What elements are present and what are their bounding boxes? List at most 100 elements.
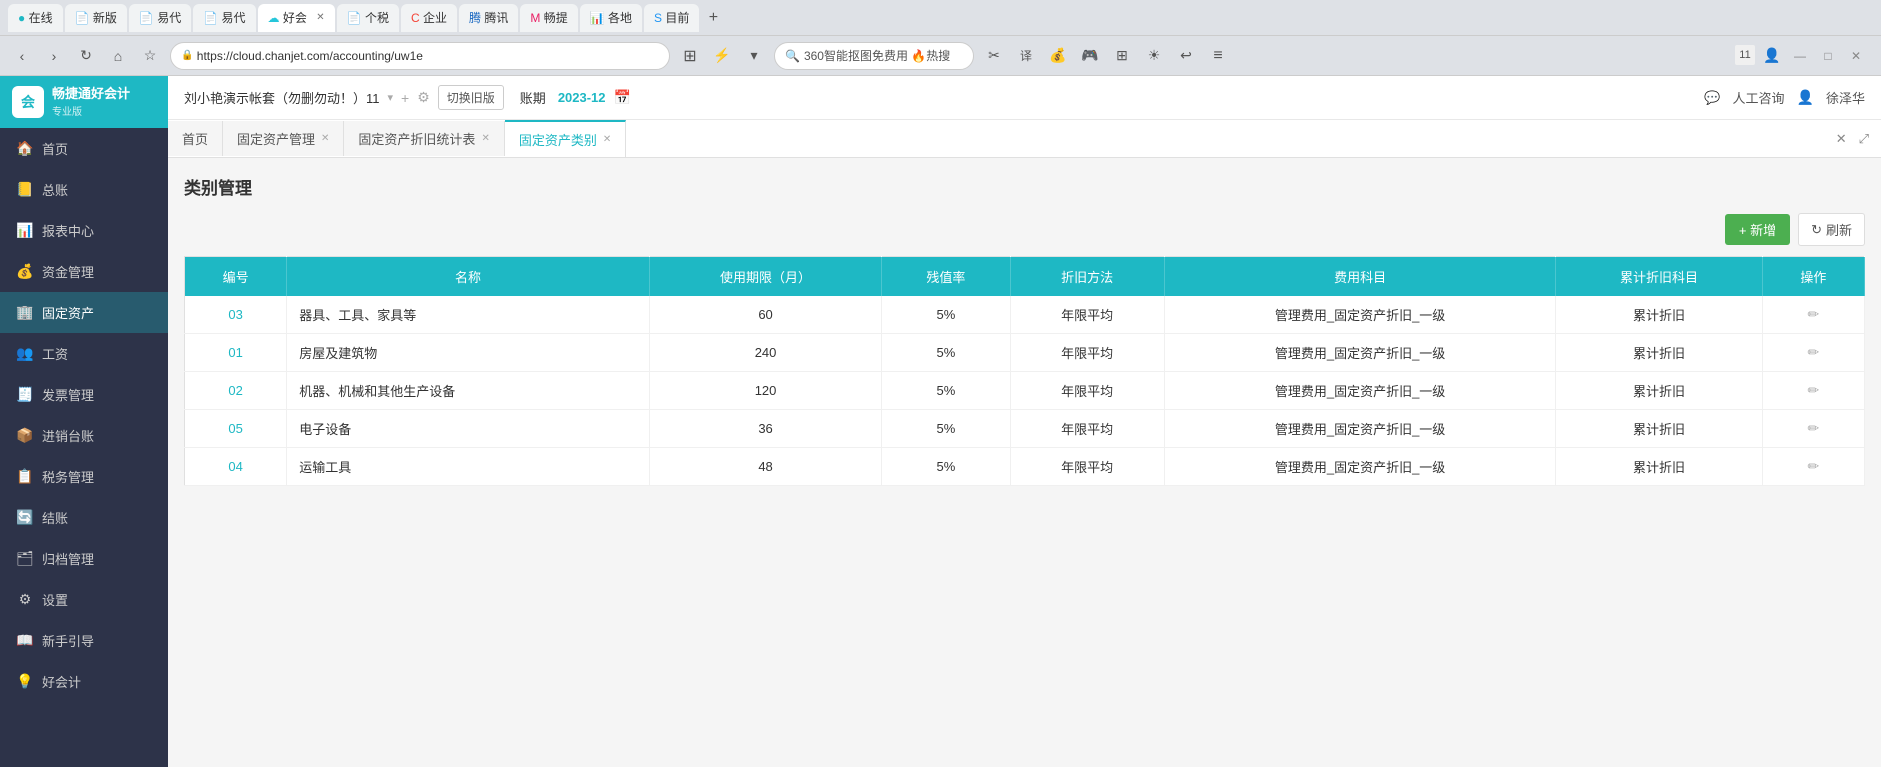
window-controls: 11 👤 — □ ✕ bbox=[1735, 45, 1871, 67]
tab-close-window[interactable]: ✕ bbox=[1832, 127, 1851, 151]
browser-tab-9[interactable]: 📊 各地 bbox=[580, 4, 642, 32]
home-button[interactable]: ⌂ bbox=[106, 44, 130, 68]
cell-action-0[interactable]: ✏ bbox=[1762, 296, 1864, 334]
menu-button[interactable]: ≡ bbox=[1206, 44, 1230, 68]
page-tab-category[interactable]: 固定资产类别 ✕ bbox=[505, 120, 626, 157]
cell-code-0[interactable]: 03 bbox=[185, 296, 287, 334]
cell-code-3[interactable]: 05 bbox=[185, 410, 287, 448]
browser-tab-7[interactable]: 腾 腾讯 bbox=[459, 4, 518, 32]
calendar-icon[interactable]: 📅 bbox=[614, 89, 631, 106]
badge-count: 11 bbox=[1735, 45, 1755, 65]
cell-code-2[interactable]: 02 bbox=[185, 372, 287, 410]
edit-icon-1[interactable]: ✏ bbox=[1808, 344, 1820, 360]
switch-version-button[interactable]: 切换旧版 bbox=[438, 85, 504, 110]
top-bar-left: 刘小艳演示帐套（勿删勿动！）11 ▾ + ⚙ 切换旧版 账期 2023-12 📅 bbox=[184, 85, 631, 110]
cell-accum-1: 累计折旧 bbox=[1556, 334, 1762, 372]
sidebar-item-报表中心[interactable]: 📊报表中心 bbox=[0, 210, 168, 251]
cell-period-0: 60 bbox=[649, 296, 881, 334]
cell-residual-3: 5% bbox=[882, 410, 1010, 448]
sidebar-item-label-8: 税务管理 bbox=[42, 467, 94, 486]
sidebar-item-设置[interactable]: ⚙设置 bbox=[0, 579, 168, 620]
sidebar-item-结账[interactable]: 🔄结账 bbox=[0, 497, 168, 538]
edit-icon-0[interactable]: ✏ bbox=[1808, 306, 1820, 322]
browser-tab-5[interactable]: 📄 个税 bbox=[337, 4, 399, 32]
page-tab-close-2[interactable]: ✕ bbox=[481, 133, 489, 144]
table-col-残值率: 残值率 bbox=[882, 257, 1010, 297]
browser-tab-10[interactable]: S 目前 bbox=[644, 4, 699, 32]
browser-tab-1[interactable]: 📄 新版 bbox=[65, 4, 127, 32]
cell-action-2[interactable]: ✏ bbox=[1762, 372, 1864, 410]
edit-icon-2[interactable]: ✏ bbox=[1808, 382, 1820, 398]
translate-button[interactable]: 译 bbox=[1014, 44, 1038, 68]
edit-icon-4[interactable]: ✏ bbox=[1808, 458, 1820, 474]
browser-search[interactable]: 🔍 360智能抠图免费用 🔥热搜 bbox=[774, 42, 974, 70]
browser-tab-close-4[interactable]: ✕ bbox=[316, 12, 324, 23]
browser-tab-6[interactable]: C 企业 bbox=[401, 4, 457, 32]
wallet-button[interactable]: 💰 bbox=[1046, 44, 1070, 68]
devices-button[interactable]: ⊞ bbox=[678, 44, 702, 68]
consult-label[interactable]: 人工咨询 bbox=[1733, 88, 1785, 107]
page-tab-fixed-assets-mgmt[interactable]: 固定资产管理 ✕ bbox=[223, 121, 344, 156]
browser-tab-0[interactable]: ● 在线 bbox=[8, 4, 63, 32]
sidebar-item-icon-10: 🗂 bbox=[16, 550, 34, 568]
browser-tab-4[interactable]: ☁ 好会 ✕ bbox=[258, 4, 335, 32]
sidebar-item-归档管理[interactable]: 🗂归档管理 bbox=[0, 538, 168, 579]
grid-button[interactable]: ⊞ bbox=[1110, 44, 1134, 68]
sidebar-item-工资[interactable]: 👥工资 bbox=[0, 333, 168, 374]
dropdown-button[interactable]: ▾ bbox=[742, 44, 766, 68]
game-button[interactable]: 🎮 bbox=[1078, 44, 1102, 68]
sidebar-item-首页[interactable]: 🏠首页 bbox=[0, 128, 168, 169]
url-input[interactable]: 🔒 https://cloud.chanjet.com/accounting/u… bbox=[170, 42, 670, 70]
back-button[interactable]: ‹ bbox=[10, 44, 34, 68]
cell-code-4[interactable]: 04 bbox=[185, 448, 287, 486]
browser-tab-2[interactable]: 📄 易代 bbox=[129, 4, 191, 32]
sidebar-item-资金管理[interactable]: 💰资金管理 bbox=[0, 251, 168, 292]
sidebar-item-固定资产[interactable]: 🏢固定资产 bbox=[0, 292, 168, 333]
page-tab-close-1[interactable]: ✕ bbox=[321, 133, 329, 144]
extensions-button[interactable]: ⚡ bbox=[710, 44, 734, 68]
close-button[interactable]: ✕ bbox=[1845, 45, 1867, 67]
new-tab-button[interactable]: + bbox=[701, 6, 725, 30]
period-value: 2023-12 bbox=[558, 90, 606, 105]
cell-period-3: 36 bbox=[649, 410, 881, 448]
sidebar-item-进销台账[interactable]: 📦进销台账 bbox=[0, 415, 168, 456]
page-tab-home[interactable]: 首页 bbox=[168, 121, 223, 156]
person-button[interactable]: 👤 bbox=[1761, 45, 1783, 67]
tab-restore-window[interactable]: ⤢ bbox=[1855, 127, 1873, 151]
cell-method-1: 年限平均 bbox=[1010, 334, 1164, 372]
maximize-button[interactable]: □ bbox=[1817, 45, 1839, 67]
sidebar-item-新手引导[interactable]: 📖新手引导 bbox=[0, 620, 168, 661]
minimize-button[interactable]: — bbox=[1789, 45, 1811, 67]
bookmark-button[interactable]: ☆ bbox=[138, 44, 162, 68]
cell-period-2: 120 bbox=[649, 372, 881, 410]
reload-button[interactable]: ↻ bbox=[74, 44, 98, 68]
sidebar-item-icon-11: ⚙ bbox=[16, 591, 34, 609]
forward-button[interactable]: › bbox=[42, 44, 66, 68]
scissors-button[interactable]: ✂ bbox=[982, 44, 1006, 68]
sidebar-item-税务管理[interactable]: 📋税务管理 bbox=[0, 456, 168, 497]
browser-tab-3[interactable]: 📄 易代 bbox=[193, 4, 255, 32]
sidebar-item-好会计[interactable]: 💡好会计 bbox=[0, 661, 168, 702]
tab-bar-actions: ✕ ⤢ bbox=[1832, 127, 1881, 151]
settings-icon[interactable]: ⚙ bbox=[417, 89, 430, 106]
edit-icon-3[interactable]: ✏ bbox=[1808, 420, 1820, 436]
cell-action-4[interactable]: ✏ bbox=[1762, 448, 1864, 486]
add-account-button[interactable]: + bbox=[401, 90, 409, 106]
browser-tab-8[interactable]: M 畅提 bbox=[520, 4, 577, 32]
sidebar-item-label-4: 固定资产 bbox=[42, 303, 94, 322]
page-tab-close-3[interactable]: ✕ bbox=[603, 134, 611, 145]
cell-method-0: 年限平均 bbox=[1010, 296, 1164, 334]
sidebar-item-总账[interactable]: 📒总账 bbox=[0, 169, 168, 210]
page-tab-depreciation-stats[interactable]: 固定资产折旧统计表 ✕ bbox=[344, 121, 504, 156]
undo-button[interactable]: ↩ bbox=[1174, 44, 1198, 68]
refresh-button[interactable]: ↻ 刷新 bbox=[1798, 213, 1865, 246]
add-button[interactable]: + 新增 bbox=[1725, 214, 1790, 245]
cell-action-3[interactable]: ✏ bbox=[1762, 410, 1864, 448]
brightness-button[interactable]: ☀ bbox=[1142, 44, 1166, 68]
cell-code-1[interactable]: 01 bbox=[185, 334, 287, 372]
cell-method-4: 年限平均 bbox=[1010, 448, 1164, 486]
sidebar-item-发票管理[interactable]: 🧾发票管理 bbox=[0, 374, 168, 415]
cell-method-2: 年限平均 bbox=[1010, 372, 1164, 410]
sidebar-item-label-1: 总账 bbox=[42, 180, 68, 199]
cell-action-1[interactable]: ✏ bbox=[1762, 334, 1864, 372]
